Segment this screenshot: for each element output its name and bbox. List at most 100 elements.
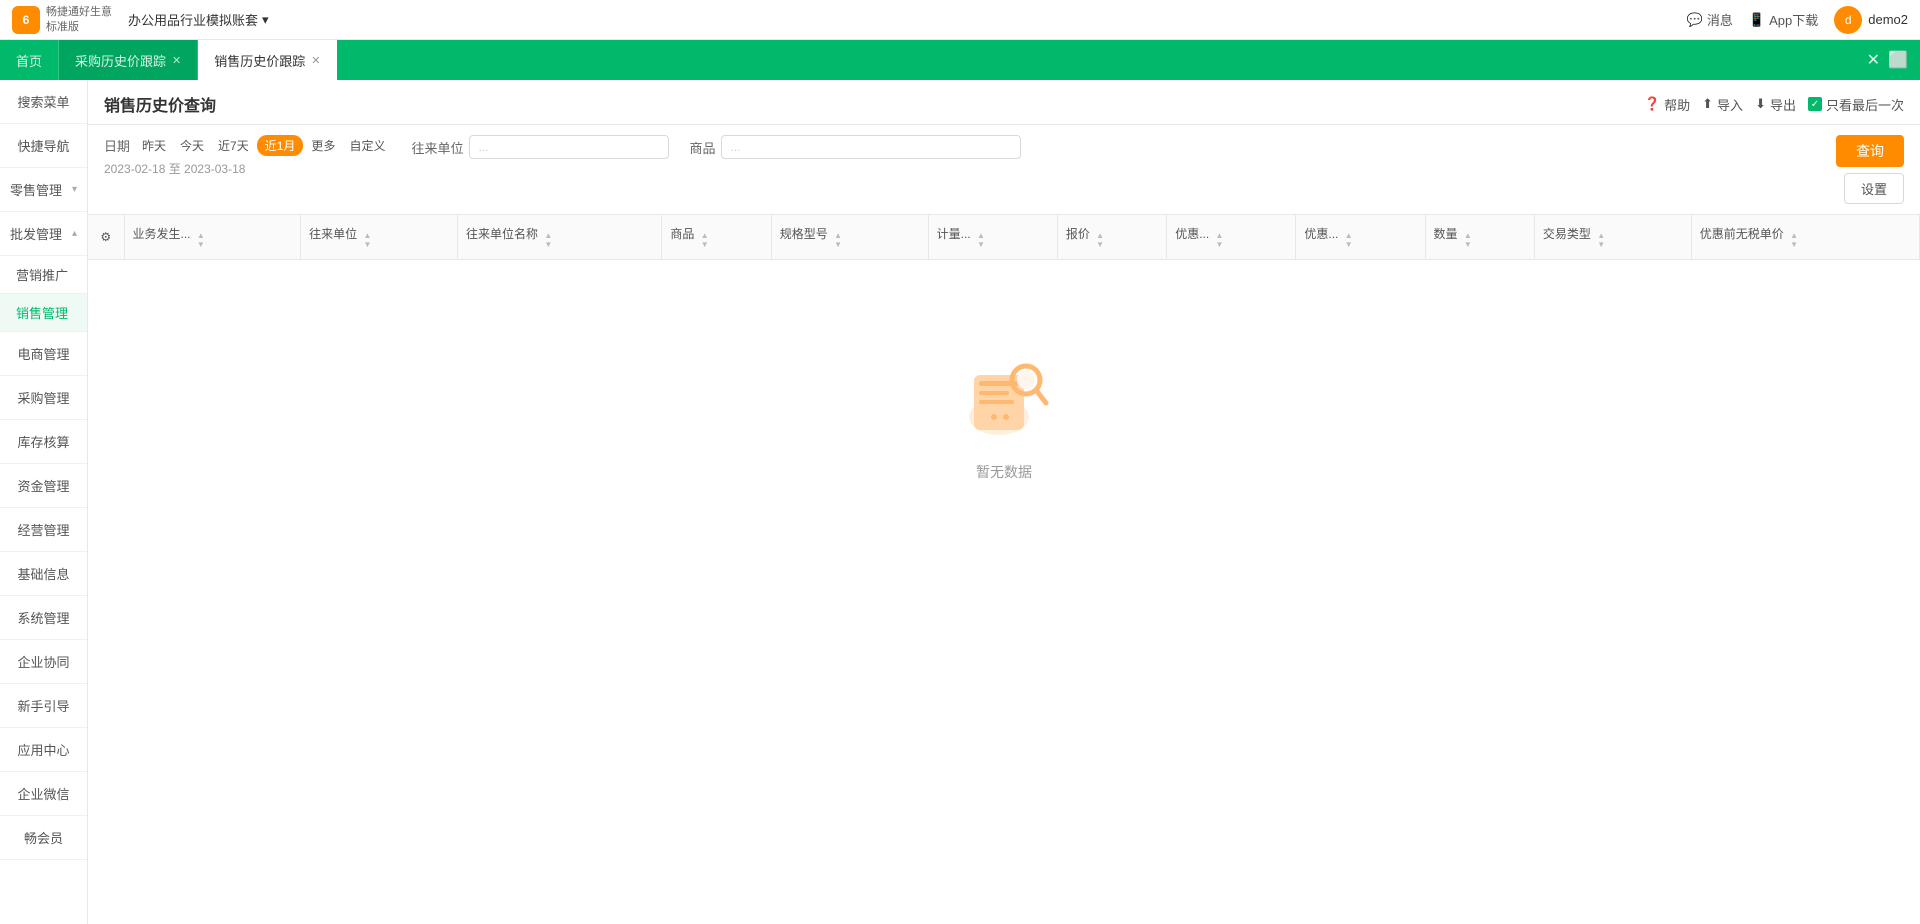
table-container: ⚙ 业务发生... ▲ ▼ 往来单位 ▲ bbox=[88, 215, 1920, 562]
close-window-button[interactable]: ✕ bbox=[1867, 50, 1880, 70]
table-header: ⚙ 业务发生... ▲ ▼ 往来单位 ▲ bbox=[88, 215, 1920, 260]
sidebar-item-retail-mgmt[interactable]: 零售管理 ▾ bbox=[0, 168, 87, 212]
sidebar-item-enterprise[interactable]: 企业协同 bbox=[0, 640, 87, 684]
sidebar-item-purchase[interactable]: 采购管理 bbox=[0, 376, 87, 420]
sidebar-item-inventory[interactable]: 库存核算 bbox=[0, 420, 87, 464]
counterparty-dots: ... bbox=[478, 140, 488, 154]
wholesale-mgmt-label: 批发管理 bbox=[10, 224, 62, 243]
gear-icon: ⚙ bbox=[100, 230, 111, 244]
app-download-button[interactable]: 📱 App下载 bbox=[1749, 10, 1818, 29]
guide-label: 新手引导 bbox=[17, 696, 69, 715]
sidebar-item-marketing[interactable]: 营销推广 bbox=[0, 256, 87, 294]
purchase-label: 采购管理 bbox=[17, 388, 69, 407]
empty-icon-container bbox=[949, 340, 1059, 450]
help-icon: ❓ bbox=[1644, 96, 1660, 112]
th-quote-price[interactable]: 报价 ▲ ▼ bbox=[1057, 215, 1166, 260]
date-tab-1month[interactable]: 近1月 bbox=[257, 135, 304, 156]
sidebar-item-search-menu[interactable]: 搜索菜单 bbox=[0, 80, 87, 124]
tab-bar-actions: ✕ ⬜ bbox=[1867, 50, 1920, 70]
th-discount1[interactable]: 优惠... ▲ ▼ bbox=[1167, 215, 1296, 260]
product-dots: ... bbox=[730, 140, 740, 154]
product-input[interactable]: ... bbox=[721, 135, 1021, 159]
logo-text: 畅捷通好生意 标准版 bbox=[46, 5, 112, 34]
th-product[interactable]: 商品 ▲ ▼ bbox=[662, 215, 771, 260]
sales-history-tab-close[interactable]: ✕ bbox=[311, 54, 320, 67]
date-tab-more[interactable]: 更多 bbox=[305, 135, 341, 156]
date-tab-today[interactable]: 今天 bbox=[174, 135, 210, 156]
tab-sales-history[interactable]: 销售历史价跟踪 ✕ bbox=[198, 40, 337, 80]
last-only-checkbox-label[interactable]: ✓ 只看最后一次 bbox=[1808, 95, 1904, 114]
sidebar-item-membership[interactable]: 畅会员 bbox=[0, 816, 87, 860]
sales-mgmt-label: 销售管理 bbox=[16, 303, 68, 322]
th-spec[interactable]: 规格型号 ▲ ▼ bbox=[771, 215, 928, 260]
settings-button[interactable]: 设置 bbox=[1844, 173, 1904, 204]
sidebar-item-wechat[interactable]: 企业微信 bbox=[0, 772, 87, 816]
sort-arrows-discount1: ▲ ▼ bbox=[1216, 232, 1224, 249]
sidebar-item-app-center[interactable]: 应用中心 bbox=[0, 728, 87, 772]
retail-mgmt-arrow: ▾ bbox=[72, 184, 77, 195]
sidebar-item-wholesale-mgmt[interactable]: 批发管理 ▴ bbox=[0, 212, 87, 256]
sales-history-tab-label: 销售历史价跟踪 bbox=[214, 51, 305, 70]
quick-nav-label: 快捷导航 bbox=[17, 136, 69, 155]
date-tab-7days[interactable]: 近7天 bbox=[212, 135, 255, 156]
message-icon: 💬 bbox=[1687, 12, 1703, 28]
retail-mgmt-label: 零售管理 bbox=[10, 180, 62, 199]
date-tab-yesterday[interactable]: 昨天 bbox=[136, 135, 172, 156]
export-icon: ⬇ bbox=[1755, 96, 1766, 112]
membership-label: 畅会员 bbox=[24, 828, 63, 847]
empty-text: 暂无数据 bbox=[976, 462, 1032, 482]
th-discount2[interactable]: 优惠... ▲ ▼ bbox=[1296, 215, 1425, 260]
sidebar-item-quick-nav[interactable]: 快捷导航 bbox=[0, 124, 87, 168]
th-unit[interactable]: 计量... ▲ ▼ bbox=[928, 215, 1057, 260]
th-biz-date[interactable]: 业务发生... ▲ ▼ bbox=[124, 215, 301, 260]
top-bar-right: 💬 消息 📱 App下载 d demo2 bbox=[1687, 6, 1908, 34]
sidebar-item-basic-info[interactable]: 基础信息 bbox=[0, 552, 87, 596]
empty-state: 暂无数据 bbox=[88, 260, 1920, 562]
page-title: 销售历史价查询 bbox=[104, 92, 216, 116]
sort-arrows-biz-date: ▲ ▼ bbox=[197, 232, 205, 249]
sort-arrows-pretax-price: ▲ ▼ bbox=[1790, 232, 1798, 249]
import-icon: ⬆ bbox=[1702, 96, 1713, 112]
query-button[interactable]: 查询 bbox=[1836, 135, 1904, 167]
app-center-label: 应用中心 bbox=[17, 740, 69, 759]
tab-bar: 首页 采购历史价跟踪 ✕ 销售历史价跟踪 ✕ ✕ ⬜ bbox=[0, 40, 1920, 80]
sidebar-item-sales-mgmt[interactable]: 销售管理 bbox=[0, 294, 87, 332]
product-filter-group: 商品 ... bbox=[689, 135, 1021, 159]
sidebar-item-ecommerce[interactable]: 电商管理 bbox=[0, 332, 87, 376]
sidebar-item-finance[interactable]: 资金管理 bbox=[0, 464, 87, 508]
sidebar-item-operation[interactable]: 经营管理 bbox=[0, 508, 87, 552]
download-icon: 📱 bbox=[1749, 12, 1765, 28]
last-only-checkbox[interactable]: ✓ bbox=[1808, 97, 1822, 111]
search-menu-label: 搜索菜单 bbox=[17, 92, 69, 111]
chevron-down-icon: ▾ bbox=[262, 12, 269, 28]
import-button[interactable]: ⬆ 导入 bbox=[1702, 95, 1743, 114]
date-tab-custom[interactable]: 自定义 bbox=[343, 135, 391, 156]
purchase-history-tab-close[interactable]: ✕ bbox=[172, 54, 181, 67]
filter-action-group: 查询 设置 bbox=[1836, 135, 1904, 204]
th-counterparty-name[interactable]: 往来单位名称 ▲ ▼ bbox=[458, 215, 662, 260]
help-button[interactable]: ❓ 帮助 bbox=[1644, 95, 1690, 114]
operation-label: 经营管理 bbox=[17, 520, 69, 539]
message-button[interactable]: 💬 消息 bbox=[1687, 10, 1733, 29]
sort-arrows-quote-price: ▲ ▼ bbox=[1096, 232, 1104, 249]
maximize-button[interactable]: ⬜ bbox=[1888, 50, 1908, 70]
sidebar-item-guide[interactable]: 新手引导 bbox=[0, 684, 87, 728]
th-counterparty-code[interactable]: 往来单位 ▲ ▼ bbox=[301, 215, 458, 260]
export-button[interactable]: ⬇ 导出 bbox=[1755, 95, 1796, 114]
th-quantity[interactable]: 数量 ▲ ▼ bbox=[1425, 215, 1534, 260]
th-gear[interactable]: ⚙ bbox=[88, 215, 124, 260]
sort-arrows-discount2: ▲ ▼ bbox=[1345, 232, 1353, 249]
tab-purchase-history[interactable]: 采购历史价跟踪 ✕ bbox=[59, 40, 198, 80]
inventory-label: 库存核算 bbox=[17, 432, 69, 451]
tab-home[interactable]: 首页 bbox=[0, 40, 59, 80]
filter-bar: 日期 昨天 今天 近7天 近1月 更多 自定义 2023-02-18 至 202… bbox=[88, 125, 1920, 215]
wechat-label: 企业微信 bbox=[17, 784, 69, 803]
counterparty-input[interactable]: ... bbox=[469, 135, 669, 159]
app-selector[interactable]: 办公用品行业模拟账套 ▾ bbox=[120, 6, 277, 33]
th-pretax-price[interactable]: 优惠前无税单价 ▲ ▼ bbox=[1691, 215, 1919, 260]
sort-arrows-product: ▲ ▼ bbox=[701, 232, 709, 249]
sidebar-item-system[interactable]: 系统管理 bbox=[0, 596, 87, 640]
sort-arrows-counterparty-name: ▲ ▼ bbox=[544, 232, 552, 249]
user-area[interactable]: d demo2 bbox=[1834, 6, 1908, 34]
th-trade-type[interactable]: 交易类型 ▲ ▼ bbox=[1534, 215, 1691, 260]
